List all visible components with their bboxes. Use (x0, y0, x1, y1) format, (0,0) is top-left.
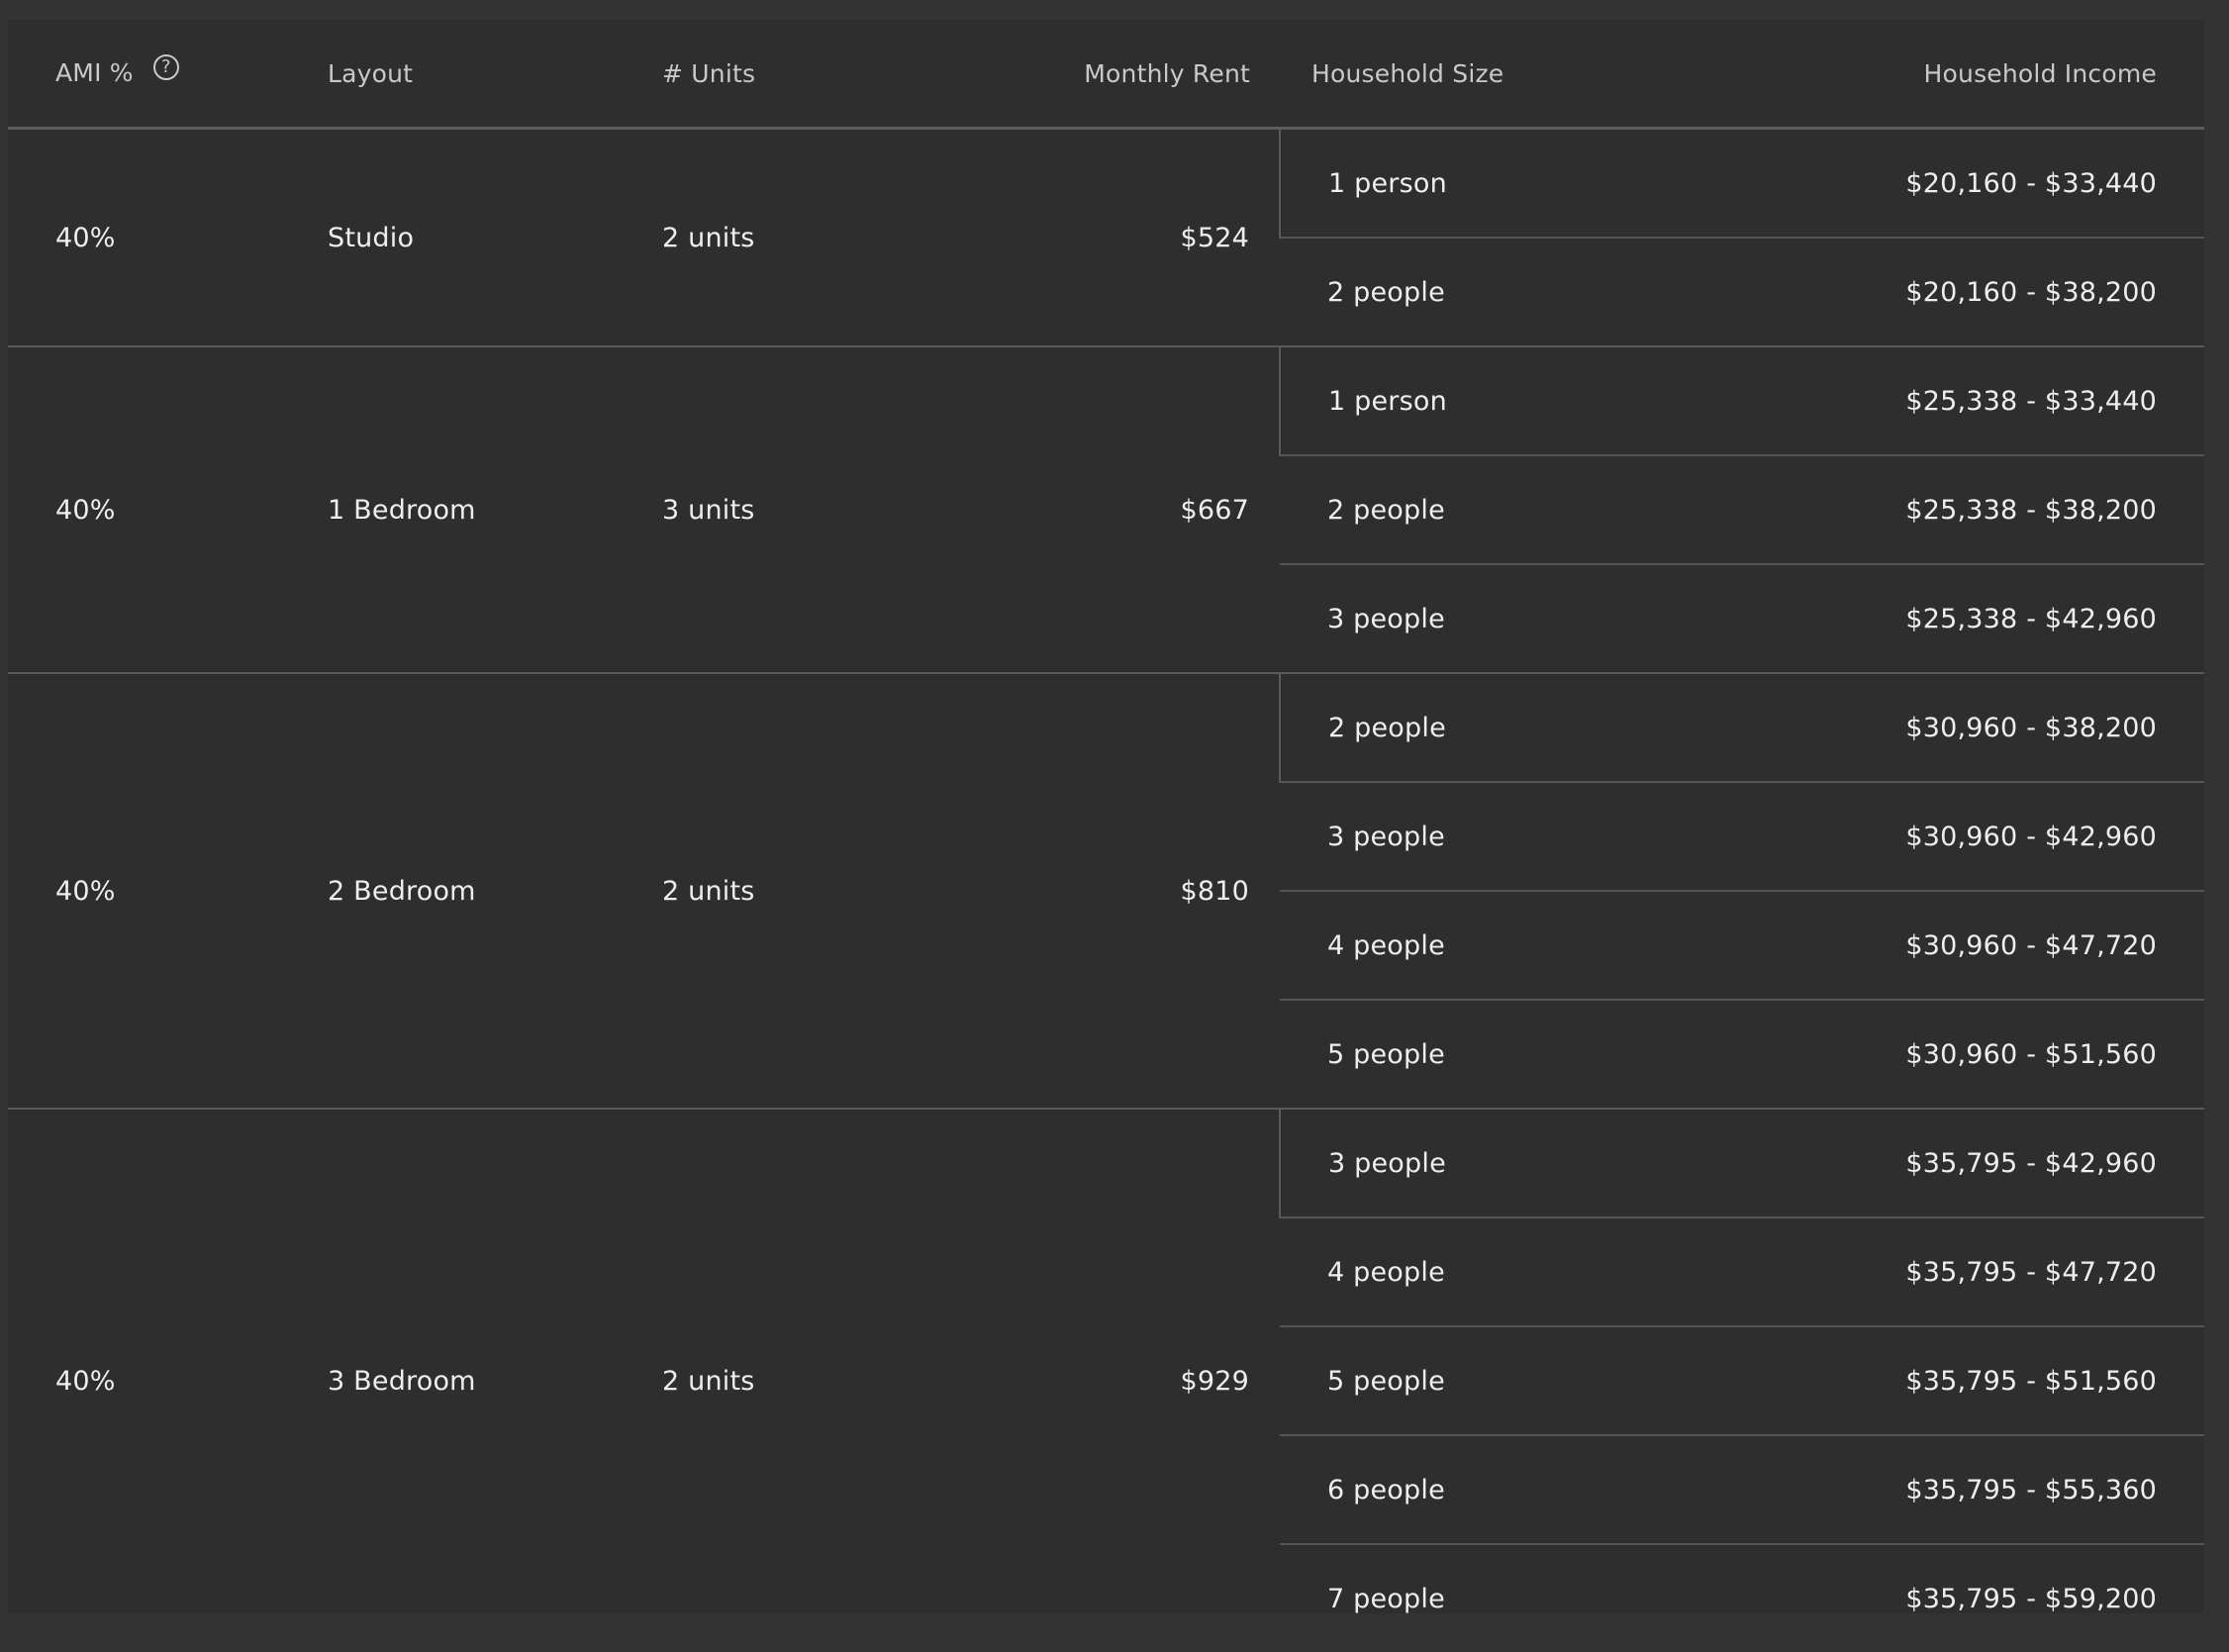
household-size-cell: 4 people (1280, 1217, 1775, 1326)
ami-cell: 40% (8, 129, 328, 347)
household-size-cell: 5 people (1280, 1326, 1775, 1435)
household-size-cell: 5 people (1280, 1000, 1775, 1109)
ami-cell: 40% (8, 673, 328, 1109)
household-income-cell: $30,960 - $38,200 (1775, 673, 2204, 782)
header-household-income: Household Income (1775, 20, 2204, 129)
monthly-rent-cell: $524 (959, 129, 1280, 347)
layout-cell: 2 Bedroom (328, 673, 662, 1109)
household-income-cell: $25,338 - $33,440 (1775, 346, 2204, 455)
household-income-cell: $20,160 - $33,440 (1775, 129, 2204, 239)
household-income-cell: $25,338 - $38,200 (1775, 455, 2204, 564)
affordability-table-panel: AMI % ? Layout # Units Monthly Rent Hous… (8, 20, 2204, 1613)
household-income-cell: $30,960 - $51,560 (1775, 1000, 2204, 1109)
units-cell: 2 units (662, 1109, 959, 1652)
ami-cell: 40% (8, 1109, 328, 1652)
units-cell: 3 units (662, 346, 959, 673)
household-size-cell: 2 people (1280, 455, 1775, 564)
header-household-size: Household Size (1280, 20, 1775, 129)
household-size-cell: 3 people (1280, 1109, 1775, 1217)
household-income-cell: $35,795 - $42,960 (1775, 1109, 2204, 1217)
header-layout: Layout (328, 20, 662, 129)
monthly-rent-cell: $929 (959, 1109, 1280, 1652)
household-size-cell: 7 people (1280, 1544, 1775, 1652)
header-units: # Units (662, 20, 959, 129)
table-row-group-start: 40%3 Bedroom2 units$9293 people$35,795 -… (8, 1109, 2204, 1217)
household-income-cell: $20,160 - $38,200 (1775, 238, 2204, 346)
household-size-cell: 1 person (1280, 129, 1775, 239)
table-row-group-start: 40%Studio2 units$5241 person$20,160 - $3… (8, 129, 2204, 239)
units-cell: 2 units (662, 129, 959, 347)
header-row: AMI % ? Layout # Units Monthly Rent Hous… (8, 20, 2204, 129)
household-income-cell: $35,795 - $47,720 (1775, 1217, 2204, 1326)
monthly-rent-cell: $810 (959, 673, 1280, 1109)
layout-cell: 1 Bedroom (328, 346, 662, 673)
table-body: 40%Studio2 units$5241 person$20,160 - $3… (8, 129, 2204, 1652)
household-size-cell: 4 people (1280, 891, 1775, 1000)
header-monthly-rent: Monthly Rent (959, 20, 1280, 129)
household-income-cell: $35,795 - $51,560 (1775, 1326, 2204, 1435)
household-income-cell: $25,338 - $42,960 (1775, 564, 2204, 673)
household-size-cell: 1 person (1280, 346, 1775, 455)
help-circle-icon[interactable]: ? (153, 54, 179, 80)
household-income-cell: $30,960 - $42,960 (1775, 782, 2204, 891)
household-income-cell: $35,795 - $55,360 (1775, 1435, 2204, 1544)
header-ami: AMI % ? (8, 20, 328, 129)
household-size-cell: 6 people (1280, 1435, 1775, 1544)
header-ami-label: AMI % (55, 58, 134, 87)
monthly-rent-cell: $667 (959, 346, 1280, 673)
units-cell: 2 units (662, 673, 959, 1109)
household-income-cell: $30,960 - $47,720 (1775, 891, 2204, 1000)
ami-income-table: AMI % ? Layout # Units Monthly Rent Hous… (8, 20, 2204, 1652)
table-header: AMI % ? Layout # Units Monthly Rent Hous… (8, 20, 2204, 129)
household-size-cell: 2 people (1280, 238, 1775, 346)
layout-cell: 3 Bedroom (328, 1109, 662, 1652)
ami-cell: 40% (8, 346, 328, 673)
household-size-cell: 3 people (1280, 564, 1775, 673)
household-size-cell: 3 people (1280, 782, 1775, 891)
table-row-group-start: 40%2 Bedroom2 units$8102 people$30,960 -… (8, 673, 2204, 782)
layout-cell: Studio (328, 129, 662, 347)
household-income-cell: $35,795 - $59,200 (1775, 1544, 2204, 1652)
table-row-group-start: 40%1 Bedroom3 units$6671 person$25,338 -… (8, 346, 2204, 455)
household-size-cell: 2 people (1280, 673, 1775, 782)
